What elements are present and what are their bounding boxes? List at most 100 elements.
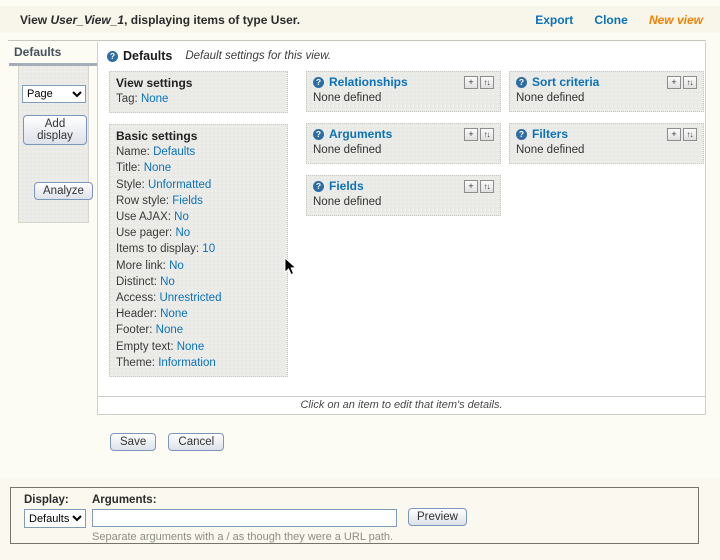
title-prefix: View (20, 12, 51, 27)
setting-row: Footer: None (116, 322, 281, 338)
setting-row: Theme: Information (116, 355, 281, 371)
setting-row: Empty text: None (116, 339, 281, 355)
setting-label: Row style: (116, 194, 170, 207)
edit-hint: Click on an item to edit that item's det… (98, 396, 705, 414)
page-title: View User_View_1, displaying items of ty… (20, 13, 300, 27)
setting-title-link[interactable]: None (144, 162, 172, 174)
setting-row: Items to display: 10 (116, 241, 281, 257)
header-links: Export Clone New view (517, 13, 703, 27)
help-icon[interactable]: ? (516, 77, 527, 88)
title-suffix: , displaying items of type User. (124, 12, 301, 27)
save-button[interactable]: Save (110, 433, 157, 451)
filters-empty: None defined (516, 144, 585, 156)
rearrange-fields-button[interactable]: ↑↓ (480, 180, 494, 193)
preview-button[interactable]: Preview (408, 508, 467, 526)
sort-criteria-box: ? Sort criteria + ↑↓ None defined (509, 71, 704, 112)
setting-tag-link[interactable]: None (141, 93, 169, 105)
filters-link[interactable]: Filters (532, 127, 568, 142)
basic-settings-title: Basic settings (116, 129, 198, 144)
rearrange-filters-button[interactable]: ↑↓ (683, 128, 697, 141)
form-actions: Save Cancel (110, 433, 233, 451)
setting-label: Tag: (116, 93, 138, 105)
add-display-button[interactable]: Add display (23, 115, 87, 145)
arguments-box: ? Arguments + ↑↓ None defined (306, 123, 501, 164)
filters-actions: + ↑↓ (667, 128, 697, 141)
clone-link[interactable]: Clone (594, 13, 627, 27)
settings-column-2: ? Relationships + ↑↓ None defined ? Argu… (306, 71, 501, 227)
display-description: Default settings for this view. (185, 50, 332, 62)
analyze-button[interactable]: Analyze (34, 182, 93, 200)
preview-arguments-label: Arguments: (92, 494, 157, 506)
setting-more-link-link[interactable]: No (169, 260, 184, 272)
setting-name-link[interactable]: Defaults (153, 146, 195, 158)
fields-link[interactable]: Fields (329, 179, 364, 194)
arguments-link[interactable]: Arguments (329, 127, 392, 142)
settings-column-3: ? Sort criteria + ↑↓ None defined ? Filt… (509, 71, 704, 175)
arguments-help-text: Separate arguments with a / as though th… (92, 531, 394, 543)
setting-footer-link[interactable]: None (156, 324, 184, 336)
sort-criteria-actions: + ↑↓ (667, 76, 697, 89)
fields-box: ? Fields + ↑↓ None defined (306, 175, 501, 216)
setting-label: Style: (116, 178, 145, 191)
arguments-input[interactable] (92, 509, 397, 527)
help-icon[interactable]: ? (313, 129, 324, 140)
add-filter-button[interactable]: + (667, 128, 681, 141)
help-icon[interactable]: ? (107, 50, 118, 62)
setting-items-to-display-link[interactable]: 10 (202, 243, 215, 255)
arguments-empty: None defined (313, 144, 382, 156)
relationships-empty: None defined (313, 92, 382, 104)
setting-header-link[interactable]: None (160, 308, 188, 320)
tab-defaults[interactable]: Defaults (9, 42, 97, 66)
setting-row: More link: No (116, 258, 281, 274)
help-icon[interactable]: ? (313, 181, 324, 192)
setting-theme-link[interactable]: Information (158, 357, 216, 369)
rearrange-arguments-button[interactable]: ↑↓ (480, 128, 494, 141)
preview-display-select[interactable]: Defaults (24, 509, 86, 528)
cancel-button[interactable]: Cancel (168, 433, 225, 451)
arguments-actions: + ↑↓ (464, 128, 494, 141)
setting-access-link[interactable]: Unrestricted (159, 292, 221, 304)
panel-heading: ? Defaults Default settings for this vie… (107, 49, 331, 63)
settings-column-1: View settings Tag: None Basic settings N… (109, 71, 288, 388)
display-type-select[interactable]: Page (22, 85, 86, 103)
setting-use-ajax-link[interactable]: No (174, 211, 189, 223)
setting-use-pager-link[interactable]: No (175, 227, 190, 239)
view-name: User_View_1 (50, 12, 125, 27)
setting-row: Access: Unrestricted (116, 290, 281, 306)
setting-style-link[interactable]: Unformatted (148, 179, 211, 191)
preview-section: Display: Defaults Arguments: Preview Sep… (0, 478, 720, 560)
sort-criteria-link[interactable]: Sort criteria (532, 75, 599, 90)
setting-distinct-link[interactable]: No (160, 276, 175, 288)
rearrange-sort-criteria-button[interactable]: ↑↓ (683, 76, 697, 89)
add-field-button[interactable]: + (464, 180, 478, 193)
relationships-actions: + ↑↓ (464, 76, 494, 89)
setting-row-style-link[interactable]: Fields (172, 195, 203, 207)
setting-label: Use pager: (116, 227, 173, 240)
setting-label: Distinct: (116, 275, 157, 288)
view-settings-box: View settings Tag: None (109, 71, 288, 114)
export-link[interactable]: Export (535, 13, 573, 27)
setting-row: Tag: None (116, 91, 281, 107)
setting-row: Header: None (116, 306, 281, 322)
help-icon[interactable]: ? (516, 129, 527, 140)
setting-row: Title: None (116, 160, 281, 176)
help-icon[interactable]: ? (313, 77, 324, 88)
setting-label: Theme: (116, 356, 155, 369)
setting-empty-text-link[interactable]: None (177, 341, 205, 353)
page-header: View User_View_1, displaying items of ty… (0, 6, 720, 33)
setting-label: Empty text: (116, 340, 174, 353)
fields-empty: None defined (313, 196, 382, 208)
rearrange-relationships-button[interactable]: ↑↓ (480, 76, 494, 89)
view-settings-title: View settings (116, 76, 193, 90)
new-view-link[interactable]: New view (649, 13, 703, 27)
setting-row: Style: Unformatted (116, 177, 281, 193)
setting-label: Name: (116, 146, 150, 159)
basic-settings-box: Basic settings Name: Defaults Title: Non… (109, 124, 288, 378)
relationships-link[interactable]: Relationships (329, 75, 408, 90)
setting-label: Title: (116, 162, 141, 175)
add-argument-button[interactable]: + (464, 128, 478, 141)
add-sort-criterion-button[interactable]: + (667, 76, 681, 89)
display-sidebar: Defaults Page Add display Analyze (8, 42, 97, 223)
add-relationship-button[interactable]: + (464, 76, 478, 89)
setting-label: Items to display: (116, 243, 200, 256)
